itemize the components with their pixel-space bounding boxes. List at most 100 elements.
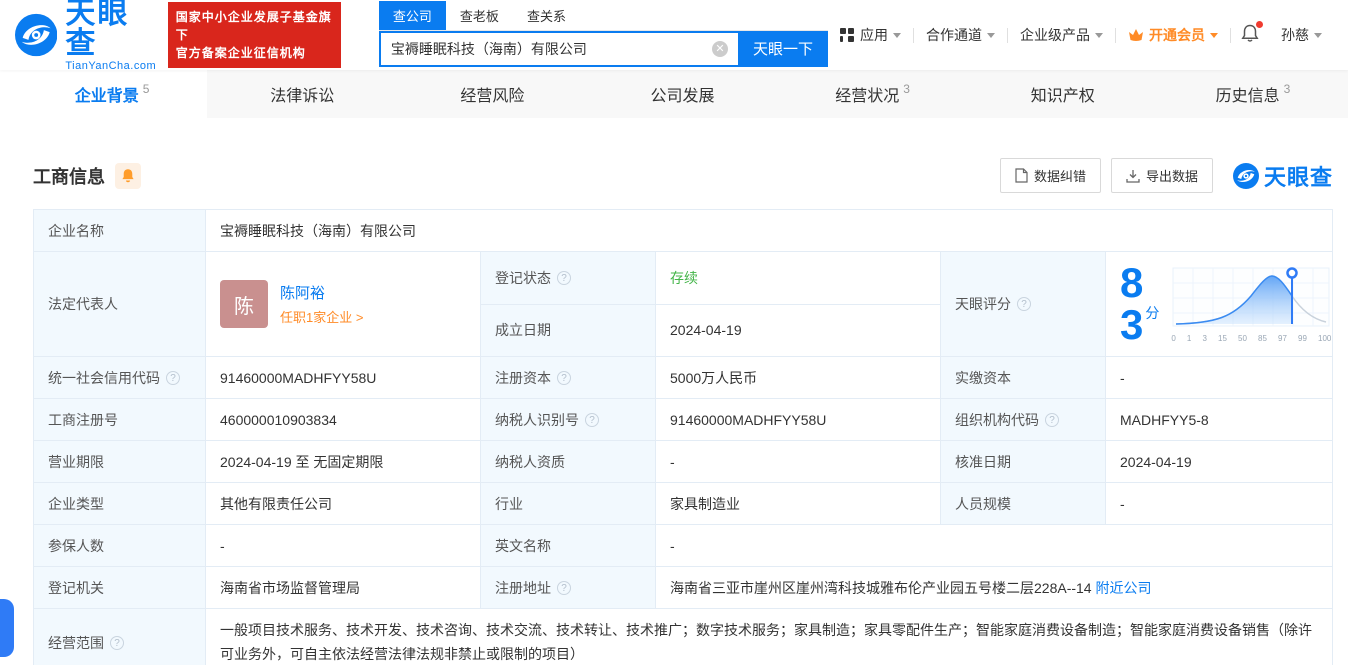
legal-rep-name-link[interactable]: 陈阿裕 — [280, 282, 363, 303]
nav-enterprise[interactable]: 企业级产品 — [1008, 25, 1115, 45]
chevron-down-icon — [1314, 32, 1322, 38]
business-scope-label-cell: 经营范围 — [33, 608, 206, 665]
main-content: 工商信息 数据纠错 导出数据 天眼查 企业名称 宝褥睡眠科技（海南）有限公司 法… — [0, 118, 1348, 665]
business-info-table: 企业名称 宝褥睡眠科技（海南）有限公司 法定代表人 陈 陈阿裕 任职1家企业 >… — [33, 209, 1333, 665]
tab-operating-status[interactable]: 经营状况 3 — [778, 70, 968, 118]
credit-code-label: 统一社会信用代码 — [48, 369, 160, 386]
section-header: 工商信息 数据纠错 导出数据 天眼查 — [33, 118, 1333, 209]
tab-label: 历史信息 — [1215, 88, 1280, 105]
tab-history-info[interactable]: 历史信息 3 — [1158, 70, 1348, 118]
nearby-companies-link[interactable]: 附近公司 — [1095, 580, 1151, 596]
badge-line1: 国家中小企业发展子基金旗下 — [175, 10, 332, 42]
help-icon[interactable] — [1045, 412, 1059, 427]
paid-capital-label: 实缴资本 — [940, 356, 1106, 399]
reg-capital-value: 5000万人民币 — [655, 356, 941, 399]
tab-legal-litigation[interactable]: 法律诉讼 — [207, 70, 397, 118]
insured-label: 参保人数 — [33, 524, 206, 567]
nav-partner-label: 合作通道 — [926, 27, 982, 43]
help-icon[interactable] — [166, 370, 180, 385]
score-label-cell: 天眼评分 — [940, 251, 1106, 357]
industry-label: 行业 — [480, 482, 656, 525]
data-correction-button[interactable]: 数据纠错 — [999, 158, 1101, 193]
search-button[interactable]: 天眼一下 — [738, 30, 828, 67]
nav-vip[interactable]: 开通会员 — [1116, 25, 1230, 45]
tab-company-background[interactable]: 企业背景 5 — [17, 70, 208, 118]
table-row: 营业期限 2024-04-19 至 无固定期限 纳税人资质 - 核准日期 202… — [33, 440, 1333, 483]
taxpayer-id-label-cell: 纳税人识别号 — [480, 398, 656, 441]
establish-date-value: 2024-04-19 — [655, 303, 941, 357]
chevron-down-icon — [893, 32, 901, 38]
help-icon[interactable] — [557, 370, 571, 385]
taxpayer-id-label: 纳税人识别号 — [495, 411, 579, 428]
company-name-value: 宝褥睡眠科技（海南）有限公司 — [205, 209, 1333, 252]
top-header: 天眼查 TianYanCha.com 国家中小企业发展子基金旗下 官方备案企业征… — [0, 0, 1348, 72]
reg-authority-value: 海南省市场监督管理局 — [205, 566, 481, 609]
credit-code-label-cell: 统一社会信用代码 — [33, 356, 206, 399]
company-name-label: 企业名称 — [33, 209, 206, 252]
search-tabs: 查公司 查老板 查关系 — [378, 0, 828, 31]
table-row: 统一社会信用代码 91460000MADHFYY58U 注册资本 5000万人民… — [33, 356, 1333, 399]
score-axis-ticks: 0 1 3 15 50 85 97 99 100 — [1171, 333, 1332, 343]
search-tab-company[interactable]: 查公司 — [378, 0, 446, 30]
help-icon[interactable] — [585, 412, 599, 427]
search-input[interactable] — [390, 40, 712, 57]
table-row: 工商注册号 460000010903834 纳税人识别号 91460000MAD… — [33, 398, 1333, 441]
floating-side-widget[interactable] — [0, 599, 14, 657]
legal-rep-companies-link[interactable]: 任职1家企业 > — [280, 307, 363, 326]
business-scope-text: 一般项目技术服务、技术开发、技术咨询、技术交流、技术转让、技术推广；数字技术服务… — [220, 622, 1312, 662]
reg-address-value: 海南省三亚市崖州区崖州湾科技城雅布伦产业园五号楼二层228A--14 — [670, 579, 1092, 596]
establish-date-label: 成立日期 — [480, 303, 656, 357]
score-unit: 分 — [1145, 305, 1160, 321]
tab-count: 5 — [142, 82, 150, 96]
help-icon[interactable] — [110, 635, 124, 650]
tianyancha-logo-icon — [1232, 162, 1259, 189]
logo-brand-text: 天眼查 — [65, 0, 130, 60]
english-name-value: - — [655, 524, 1333, 567]
approval-date-label: 核准日期 — [940, 440, 1106, 483]
notifications-bell[interactable] — [1231, 21, 1269, 46]
business-scope-label: 经营范围 — [48, 634, 104, 651]
staff-size-value: - — [1105, 482, 1333, 525]
score-marker-pin — [1286, 266, 1299, 279]
score-distribution-chart: 0 1 3 15 50 85 97 99 100 — [1171, 266, 1331, 343]
tianyancha-logo[interactable]: 天眼查 TianYanCha.com — [15, 0, 158, 72]
tab-intellectual-property[interactable]: 知识产权 — [968, 70, 1158, 118]
approval-date-value: 2024-04-19 — [1105, 440, 1333, 483]
business-scope-value: 一般项目技术服务、技术开发、技术咨询、技术交流、技术转让、技术推广；数字技术服务… — [205, 608, 1333, 665]
org-code-label-cell: 组织机构代码 — [940, 398, 1106, 441]
help-icon[interactable] — [557, 580, 571, 595]
score-value: 83 — [1120, 259, 1144, 348]
reg-authority-label: 登记机关 — [33, 566, 206, 609]
tab-company-development[interactable]: 公司发展 — [587, 70, 777, 118]
certification-badge: 国家中小企业发展子基金旗下 官方备案企业征信机构 — [167, 2, 341, 68]
search-tab-boss[interactable]: 查老板 — [446, 1, 513, 30]
section-title: 工商信息 — [33, 166, 105, 187]
avatar[interactable]: 陈 — [220, 280, 268, 328]
top-nav: 应用 合作通道 企业级产品 开通会员 孙慈 — [828, 21, 1334, 46]
chevron-down-icon — [1210, 32, 1218, 38]
english-name-label: 英文名称 — [480, 524, 656, 567]
clear-search-icon[interactable]: ✕ — [712, 40, 728, 57]
subscribe-bell-button[interactable] — [115, 162, 141, 189]
insured-value: - — [205, 524, 481, 567]
legal-rep-label: 法定代表人 — [33, 251, 206, 357]
tab-label: 公司发展 — [650, 88, 715, 105]
tab-operating-risk[interactable]: 经营风险 — [397, 70, 587, 118]
nav-apps[interactable]: 应用 — [828, 25, 913, 45]
tab-label: 经营风险 — [460, 88, 525, 105]
taxpayer-qual-value: - — [655, 440, 941, 483]
table-row: 登记机关 海南省市场监督管理局 注册地址 海南省三亚市崖州区崖州湾科技城雅布伦产… — [33, 566, 1333, 609]
help-icon[interactable] — [557, 270, 571, 285]
button-label: 导出数据 — [1145, 169, 1198, 184]
org-code-label: 组织机构代码 — [955, 411, 1039, 428]
help-icon[interactable] — [1017, 297, 1031, 311]
paid-capital-value: - — [1105, 356, 1333, 399]
search-tab-relation[interactable]: 查关系 — [513, 1, 580, 30]
export-data-button[interactable]: 导出数据 — [1110, 158, 1213, 193]
reg-status-value: 存续 — [655, 251, 941, 305]
chevron-down-icon — [987, 32, 995, 38]
status-badge: 存续 — [670, 269, 698, 286]
nav-user[interactable]: 孙慈 — [1269, 25, 1334, 45]
nav-partner[interactable]: 合作通道 — [914, 25, 1007, 45]
credit-code-value: 91460000MADHFYY58U — [205, 356, 481, 399]
